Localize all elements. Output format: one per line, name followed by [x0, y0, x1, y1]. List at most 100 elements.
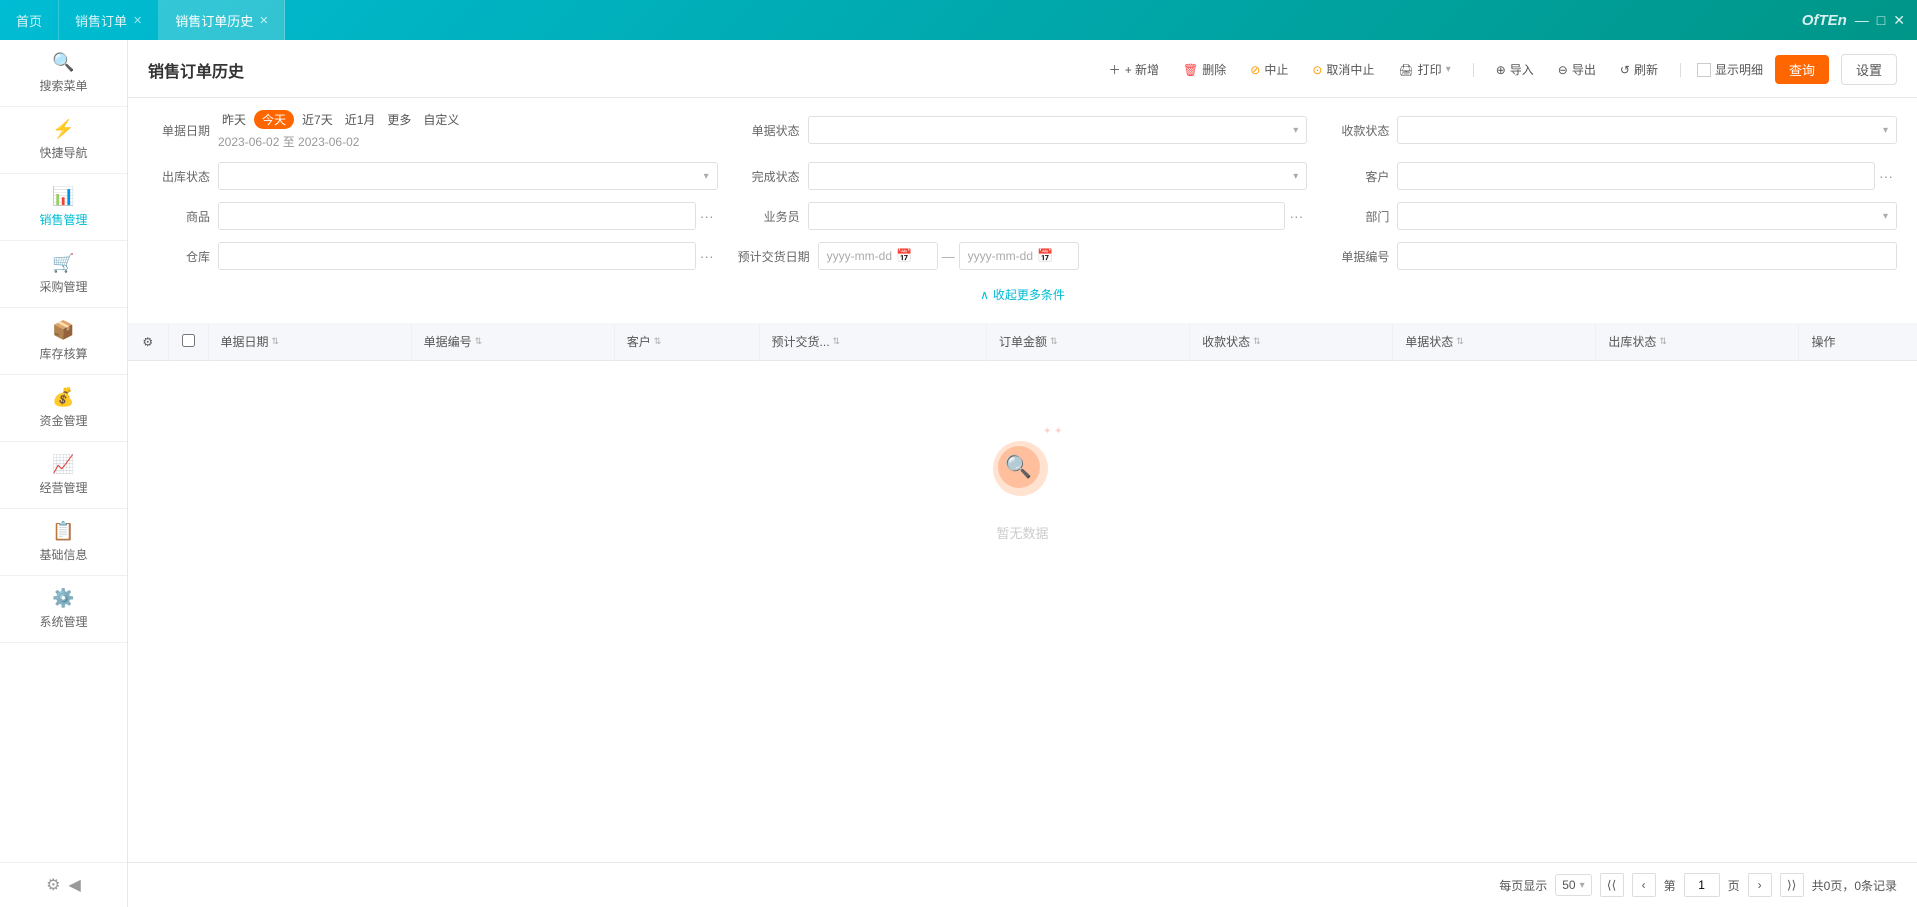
query-button[interactable]: 查询 [1775, 55, 1829, 84]
window-maximize[interactable]: □ [1877, 12, 1885, 28]
stop-icon: ⊘ [1250, 63, 1260, 77]
date-btn-more[interactable]: 更多 [383, 110, 415, 129]
toolbar-divider1 [1473, 63, 1474, 77]
window-close[interactable]: ✕ [1893, 12, 1905, 29]
purchase-icon: 🛒 [52, 253, 74, 274]
filter-row-4: 仓库 ··· 预计交货日期 yyyy-mm-dd 📅 — yyyy-mm-dd … [148, 242, 1897, 282]
th-doc-status[interactable]: 单据状态 ⇅ [1393, 323, 1596, 361]
customer-input[interactable] [1397, 162, 1875, 190]
th-customer-label: 客户 [627, 333, 651, 350]
date-btn-today[interactable]: 今天 [254, 110, 294, 129]
tab-sales-order-history[interactable]: 销售订单历史 ✕ [159, 0, 285, 40]
new-button[interactable]: ＋ + 新增 [1103, 57, 1165, 82]
th-pay-status[interactable]: 收款状态 ⇅ [1190, 323, 1393, 361]
prev-page-btn[interactable]: ‹ [1632, 873, 1656, 897]
sort-doc-status-icon: ⇅ [1456, 336, 1464, 347]
sort-customer-icon: ⇅ [654, 336, 662, 347]
order-no-input[interactable] [1397, 242, 1897, 270]
page-input[interactable] [1684, 873, 1720, 897]
th-gear[interactable]: ⚙ [128, 323, 168, 361]
delivery-date-to[interactable]: yyyy-mm-dd 📅 [959, 242, 1079, 270]
goods-label: 商品 [148, 208, 218, 225]
delete-label: 删除 [1202, 61, 1226, 78]
sidebar-settings-icon[interactable]: ⚙ [46, 875, 60, 895]
page-label: 页 [1728, 877, 1740, 894]
first-page-btn[interactable]: ⟨⟨ [1600, 873, 1624, 897]
pay-status-select[interactable]: ▾ [1397, 116, 1897, 144]
th-amount[interactable]: 订单金额 ⇅ [986, 323, 1189, 361]
date-quick-buttons: 昨天 今天 近7天 近1月 更多 自定义 [218, 110, 718, 129]
window-minimize[interactable]: — [1855, 12, 1869, 28]
tab-home[interactable]: 首页 [0, 0, 59, 40]
cancel-stop-label: 取消中止 [1326, 61, 1374, 78]
filter-customer-cell: 客户 ··· [1327, 162, 1897, 190]
th-outbound-status[interactable]: 出库状态 ⇅ [1596, 323, 1799, 361]
outbound-status-select[interactable]: ▾ [218, 162, 718, 190]
print-button[interactable]: 🖨 打印 ▾ [1392, 57, 1456, 82]
department-select[interactable]: ▾ [1397, 202, 1897, 230]
refresh-button[interactable]: ↺ 刷新 [1614, 57, 1664, 82]
date-btn-custom[interactable]: 自定义 [419, 110, 463, 129]
warehouse-input[interactable] [218, 242, 696, 270]
outbound-status-chevron: ▾ [704, 171, 709, 182]
th-no[interactable]: 单据编号 ⇅ [411, 323, 614, 361]
delete-button[interactable]: 🗑 删除 [1177, 57, 1232, 82]
sidebar-item-sales[interactable]: 📊 销售管理 [0, 174, 127, 241]
customer-more-btn[interactable]: ··· [1875, 168, 1897, 184]
sidebar-item-operations[interactable]: 📈 经营管理 [0, 442, 127, 509]
doc-status-select[interactable]: ▾ [808, 116, 1308, 144]
display-columns-toggle[interactable]: 显示明细 [1697, 61, 1763, 78]
tab-home-label: 首页 [16, 11, 42, 30]
pay-status-label: 收款状态 [1327, 122, 1397, 139]
warehouse-more-btn[interactable]: ··· [696, 248, 718, 264]
table-header-row: ⚙ 单据日期 ⇅ [128, 323, 1917, 361]
goods-more-btn[interactable]: ··· [696, 208, 718, 224]
collapse-up-icon: ∧ [980, 288, 989, 302]
sidebar-item-inventory[interactable]: 📦 库存核算 [0, 308, 127, 375]
tab-sales-order-history-close[interactable]: ✕ [259, 14, 268, 27]
sidebar-item-search[interactable]: 🔍 搜索菜单 [0, 40, 127, 107]
filter-date-cell: 单据日期 昨天 今天 近7天 近1月 更多 自定义 2023-06-02 至 2… [148, 110, 718, 150]
collapse-button[interactable]: ∧ 收起更多条件 [148, 282, 1897, 311]
import-button[interactable]: ⊕ 导入 [1490, 57, 1540, 82]
sidebar-item-system[interactable]: ⚙️ 系统管理 [0, 576, 127, 643]
filter-section: 单据日期 昨天 今天 近7天 近1月 更多 自定义 2023-06-02 至 2… [128, 98, 1917, 323]
settings-button[interactable]: 设置 [1841, 54, 1897, 85]
cancel-stop-button[interactable]: ⊙ 取消中止 [1306, 57, 1380, 82]
export-button[interactable]: ⊖ 导出 [1552, 57, 1602, 82]
select-all-checkbox[interactable] [182, 334, 195, 347]
empty-state: 🔍 ✦ ✦ 暂无数据 [128, 361, 1917, 602]
page-size-select[interactable]: 50 ▾ [1555, 874, 1591, 896]
stop-label: 中止 [1264, 61, 1288, 78]
th-customer[interactable]: 客户 ⇅ [614, 323, 759, 361]
salesperson-more-btn[interactable]: ··· [1285, 208, 1307, 224]
tab-sales-order[interactable]: 销售订单 ✕ [59, 0, 159, 40]
th-date[interactable]: 单据日期 ⇅ [208, 323, 411, 361]
display-columns-checkbox[interactable] [1697, 63, 1711, 77]
outbound-status-label: 出库状态 [148, 168, 218, 185]
sidebar-item-purchase[interactable]: 🛒 采购管理 [0, 241, 127, 308]
th-delivery[interactable]: 预计交货... ⇅ [759, 323, 986, 361]
next-page-btn[interactable]: › [1748, 873, 1772, 897]
sidebar-item-system-label: 系统管理 [39, 613, 87, 630]
goods-input[interactable] [218, 202, 696, 230]
complete-status-label: 完成状态 [738, 168, 808, 185]
tab-sales-order-close[interactable]: ✕ [133, 14, 142, 27]
sidebar-item-basics[interactable]: 📋 基础信息 [0, 509, 127, 576]
th-check[interactable] [168, 323, 208, 361]
salesperson-input[interactable] [808, 202, 1286, 230]
date-btn-1month[interactable]: 近1月 [341, 110, 380, 129]
sort-date-icon: ⇅ [272, 336, 280, 347]
delivery-date-from[interactable]: yyyy-mm-dd 📅 [818, 242, 938, 270]
stop-button[interactable]: ⊘ 中止 [1244, 57, 1294, 82]
sidebar-item-finance[interactable]: 💰 资金管理 [0, 375, 127, 442]
date-btn-7days[interactable]: 近7天 [298, 110, 337, 129]
sidebar-collapse-icon[interactable]: ◀ [69, 875, 81, 895]
complete-status-select[interactable]: ▾ [808, 162, 1308, 190]
filter-goods-cell: 商品 ··· [148, 202, 718, 230]
sidebar-item-quicknav-label: 快捷导航 [39, 144, 87, 161]
last-page-btn[interactable]: ⟩⟩ [1780, 873, 1804, 897]
sidebar-item-quicknav[interactable]: ⚡ 快捷导航 [0, 107, 127, 174]
date-btn-yesterday[interactable]: 昨天 [218, 110, 250, 129]
calendar-to-icon: 📅 [1037, 248, 1053, 264]
